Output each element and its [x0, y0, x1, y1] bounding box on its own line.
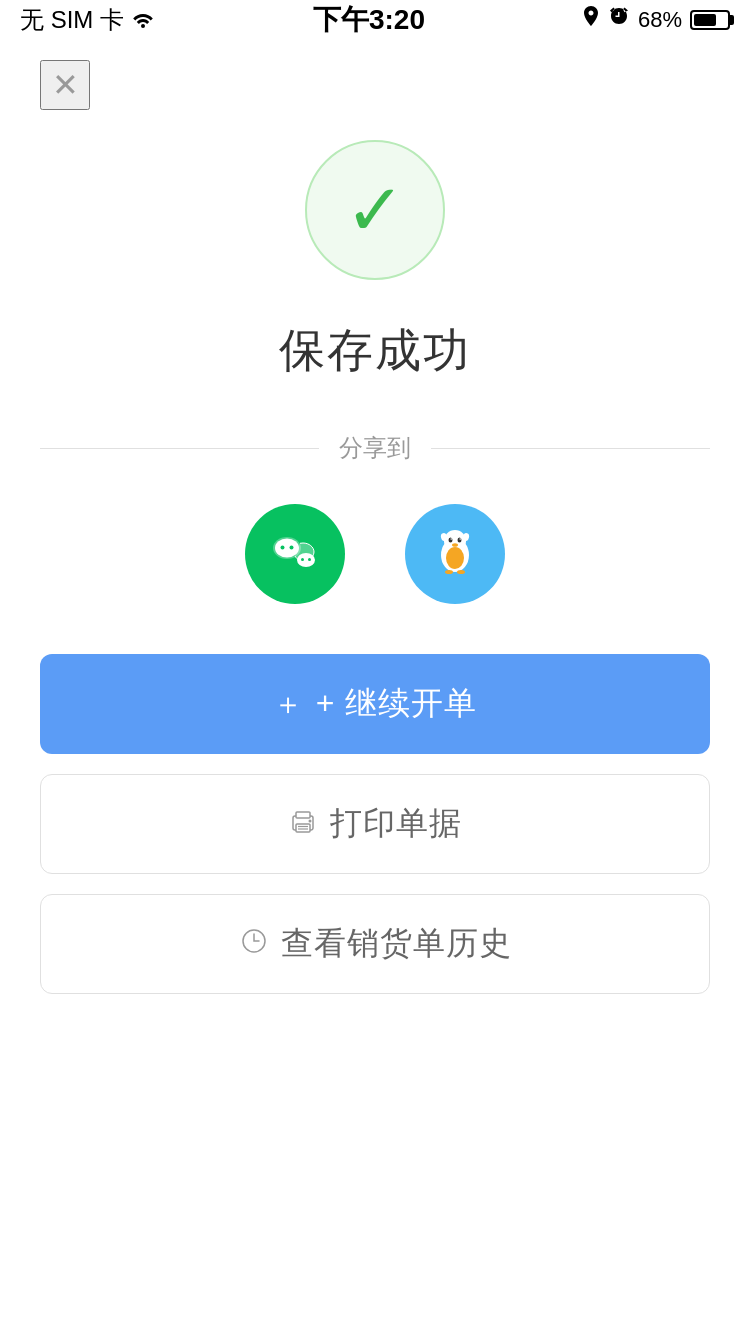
- print-receipt-label: 打印单据: [330, 802, 462, 846]
- status-carrier: 无 SIM 卡: [20, 4, 156, 36]
- battery-icon: [690, 10, 730, 30]
- status-time: 下午3:20: [313, 1, 425, 39]
- svg-point-1: [275, 539, 299, 558]
- svg-point-11: [450, 538, 452, 540]
- share-label: 分享到: [339, 432, 411, 464]
- status-bar: 无 SIM 卡 下午3:20 68%: [0, 0, 750, 40]
- share-section: 分享到: [40, 432, 710, 604]
- location-icon: [582, 6, 600, 34]
- svg-rect-20: [296, 824, 310, 832]
- svg-point-15: [445, 570, 453, 574]
- battery-percent: 68%: [638, 7, 682, 33]
- svg-point-12: [459, 538, 461, 540]
- continue-order-button[interactable]: ＋ + 继续开单: [40, 654, 710, 754]
- plus-icon: ＋: [273, 684, 304, 725]
- print-receipt-button[interactable]: 打印单据: [40, 774, 710, 874]
- svg-point-2: [281, 546, 285, 550]
- close-icon: ✕: [52, 69, 79, 101]
- close-button[interactable]: ✕: [40, 60, 90, 110]
- svg-point-9: [449, 538, 453, 543]
- svg-point-6: [308, 558, 311, 561]
- checkmark-icon: ✓: [345, 174, 405, 246]
- success-circle: ✓: [305, 140, 445, 280]
- success-title: 保存成功: [279, 320, 471, 382]
- svg-point-22: [309, 819, 312, 822]
- qq-icon: [426, 525, 484, 583]
- divider-right: [431, 448, 710, 449]
- qq-share-button[interactable]: [405, 504, 505, 604]
- svg-point-4: [297, 553, 315, 567]
- svg-point-16: [457, 570, 465, 574]
- svg-point-3: [290, 546, 294, 550]
- view-history-label: 查看销货单历史: [281, 922, 512, 966]
- carrier-text: 无 SIM 卡: [20, 4, 124, 36]
- svg-point-10: [458, 538, 462, 543]
- main-content: ✕ ✓ 保存成功 分享到: [0, 40, 750, 1034]
- action-buttons: ＋ + 继续开单 打印单据: [40, 654, 710, 994]
- printer-icon: [288, 806, 318, 843]
- view-history-button[interactable]: 查看销货单历史: [40, 894, 710, 994]
- continue-order-label: + 继续开单: [316, 682, 478, 726]
- svg-point-13: [452, 543, 458, 547]
- alarm-icon: [608, 6, 630, 34]
- svg-rect-21: [296, 812, 310, 818]
- share-divider: 分享到: [40, 432, 710, 464]
- divider-left: [40, 448, 319, 449]
- share-icons-row: [40, 504, 710, 604]
- wechat-share-button[interactable]: [245, 504, 345, 604]
- svg-point-14: [446, 547, 464, 569]
- wechat-icon: [265, 524, 325, 584]
- svg-point-5: [301, 558, 304, 561]
- wifi-icon: [130, 6, 156, 34]
- history-icon: [239, 926, 269, 963]
- status-indicators: 68%: [582, 6, 730, 34]
